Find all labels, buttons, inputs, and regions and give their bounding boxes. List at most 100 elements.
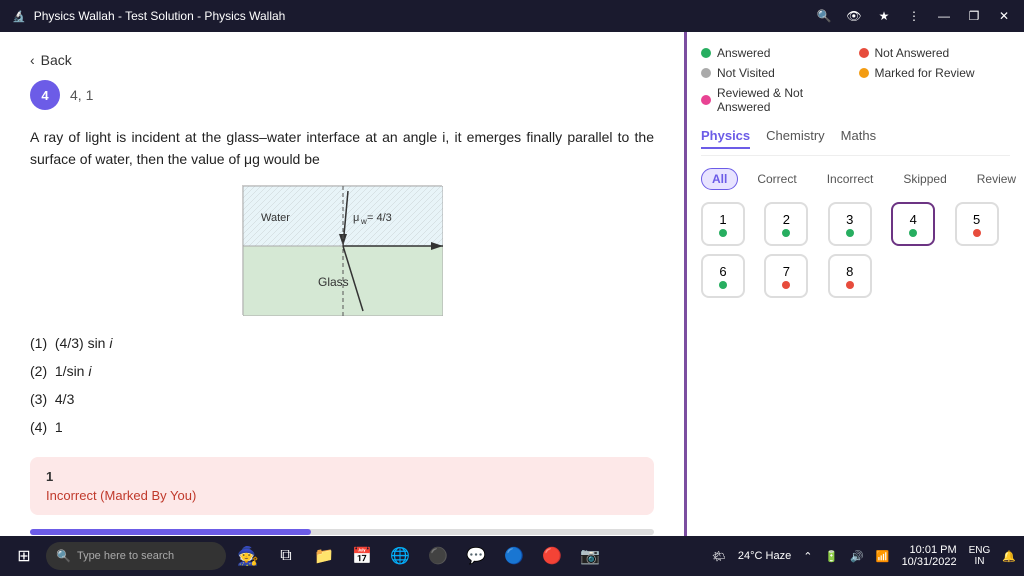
subject-tabs: Physics Chemistry Maths xyxy=(701,128,1010,156)
back-chevron-icon: ‹ xyxy=(30,52,35,68)
main-container: ‹ Back 4 4, 1 A ray of light is incident… xyxy=(0,32,1024,536)
question-cell-number: 6 xyxy=(719,264,726,279)
option-1: (1) (4/3) sin i xyxy=(30,329,654,357)
svg-text:Glass: Glass xyxy=(318,275,349,289)
calendar-icon[interactable]: 📅 xyxy=(346,540,378,572)
question-cell-number: 7 xyxy=(783,264,790,279)
start-button[interactable]: ⊞ xyxy=(8,540,40,572)
question-cell-8[interactable]: 8 xyxy=(828,254,872,298)
tab-physics[interactable]: Physics xyxy=(701,128,750,149)
titlebar-right[interactable]: 🔍 👁 ★ ⋮ — ❐ ✕ xyxy=(816,8,1012,24)
files-icon[interactable]: 📁 xyxy=(308,540,340,572)
taskbar-right: 🌤 24°C Haze ⌃ 🔋 🔊 📶 10:01 PM 10/31/2022 … xyxy=(712,544,1016,568)
diagram-svg: Water μ w = 4/3 Glass xyxy=(243,186,443,316)
filter-tabs: All Correct Incorrect Skipped Review xyxy=(701,168,1010,190)
app-icon-4[interactable]: 📷 xyxy=(574,540,606,572)
app-icon: 🔬 xyxy=(12,10,26,23)
progress-bar-fill xyxy=(30,529,311,535)
filter-skipped[interactable]: Skipped xyxy=(892,168,957,190)
notification-icon[interactable]: 🔔 xyxy=(1002,550,1016,563)
titlebar-title: Physics Wallah - Test Solution - Physics… xyxy=(34,9,286,23)
filter-all[interactable]: All xyxy=(701,168,738,190)
maximize-icon[interactable]: ❐ xyxy=(966,8,982,24)
left-panel: ‹ Back 4 4, 1 A ray of light is incident… xyxy=(0,32,684,536)
question-cell-dot xyxy=(909,229,917,237)
chrome-icon[interactable]: ⚫ xyxy=(422,540,454,572)
svg-text:= 4/3: = 4/3 xyxy=(367,212,392,224)
question-cell-4[interactable]: 4 xyxy=(891,202,935,246)
filter-correct[interactable]: Correct xyxy=(746,168,807,190)
reviewed-not-answered-label: Reviewed & Not Answered xyxy=(717,86,853,114)
weather-icon: 🌤 xyxy=(712,550,726,563)
minimize-icon[interactable]: — xyxy=(936,8,952,24)
option-3: (3) 4/3 xyxy=(30,385,654,413)
app-icon-3[interactable]: 🔴 xyxy=(536,540,568,572)
close-icon[interactable]: ✕ xyxy=(996,8,1012,24)
not-answered-label: Not Answered xyxy=(875,46,950,60)
search-bar[interactable]: 🔍 Type here to search xyxy=(46,542,226,570)
reviewed-not-answered-dot xyxy=(701,95,711,105)
question-cell-2[interactable]: 2 xyxy=(764,202,808,246)
legend-not-visited: Not Visited xyxy=(701,66,853,80)
taskview-icon[interactable]: ⧉ xyxy=(270,540,302,572)
taskbar: ⊞ 🔍 Type here to search 🧙 ⧉ 📁 📅 🌐 ⚫ 💬 🔵 … xyxy=(0,536,1024,576)
question-cell-1[interactable]: 1 xyxy=(701,202,745,246)
language-region: ENG IN xyxy=(969,545,991,567)
question-text: A ray of light is incident at the glass–… xyxy=(30,126,654,171)
question-cell-dot xyxy=(846,281,854,289)
svg-text:Water: Water xyxy=(261,212,290,224)
mascot-icon[interactable]: 🧙 xyxy=(232,540,264,572)
legend-not-answered: Not Answered xyxy=(859,46,1011,60)
not-visited-dot xyxy=(701,68,711,78)
filter-review[interactable]: Review xyxy=(966,168,1024,190)
battery-icon: 🔋 xyxy=(824,550,838,563)
question-cell-number: 1 xyxy=(719,212,726,227)
marked-review-dot xyxy=(859,68,869,78)
tab-maths[interactable]: Maths xyxy=(841,128,876,149)
menu-icon[interactable]: ⋮ xyxy=(906,8,922,24)
option-2: (2) 1/sin i xyxy=(30,357,654,385)
lang-display: ENG xyxy=(969,545,991,556)
question-cell-dot xyxy=(846,229,854,237)
back-button[interactable]: ‹ Back xyxy=(30,52,654,68)
legend-reviewed-not-answered: Reviewed & Not Answered xyxy=(701,86,853,114)
question-cell-number: 3 xyxy=(846,212,853,227)
progress-bar-container xyxy=(30,529,654,535)
options-list: (1) (4/3) sin i (2) 1/sin i (3) 4/3 (4) … xyxy=(30,329,654,441)
answer-status: Incorrect (Marked By You) xyxy=(46,488,638,503)
network-icon: 📶 xyxy=(876,550,890,563)
tab-chemistry[interactable]: Chemistry xyxy=(766,128,825,149)
question-marks: 4, 1 xyxy=(70,87,93,103)
not-answered-dot xyxy=(859,48,869,58)
sound-icon: 🔊 xyxy=(850,550,864,563)
question-cell-7[interactable]: 7 xyxy=(764,254,808,298)
weather-text: 24°C Haze xyxy=(738,550,791,562)
app-icon-2[interactable]: 🔵 xyxy=(498,540,530,572)
option-2-text: (2) 1/sin i xyxy=(30,357,91,385)
edge-icon[interactable]: 🌐 xyxy=(384,540,416,572)
marked-review-label: Marked for Review xyxy=(875,66,975,80)
titlebar: 🔬 Physics Wallah - Test Solution - Physi… xyxy=(0,0,1024,32)
search-icon[interactable]: 🔍 xyxy=(816,8,832,24)
svg-text:w: w xyxy=(360,217,367,226)
time-display: 10:01 PM xyxy=(910,544,957,556)
taskbar-left: ⊞ 🔍 Type here to search 🧙 ⧉ 📁 📅 🌐 ⚫ 💬 🔵 … xyxy=(8,540,606,572)
question-cell-6[interactable]: 6 xyxy=(701,254,745,298)
question-cell-number: 2 xyxy=(783,212,790,227)
question-cell-number: 8 xyxy=(846,264,853,279)
filter-incorrect[interactable]: Incorrect xyxy=(816,168,885,190)
svg-text:μ: μ xyxy=(353,212,359,224)
question-cell-5[interactable]: 5 xyxy=(955,202,999,246)
star-icon[interactable]: ★ xyxy=(876,8,892,24)
question-cell-3[interactable]: 3 xyxy=(828,202,872,246)
question-cell-number: 5 xyxy=(973,212,980,227)
question-cell-number: 4 xyxy=(910,212,917,227)
question-number-badge: 4 xyxy=(30,80,60,110)
system-tray: ⌃ xyxy=(803,550,812,563)
date-display: 10/31/2022 xyxy=(902,556,957,568)
question-cell-dot xyxy=(973,229,981,237)
question-cell-dot xyxy=(719,229,727,237)
eye-icon[interactable]: 👁 xyxy=(846,8,862,24)
messaging-icon[interactable]: 💬 xyxy=(460,540,492,572)
question-cell-dot xyxy=(719,281,727,289)
